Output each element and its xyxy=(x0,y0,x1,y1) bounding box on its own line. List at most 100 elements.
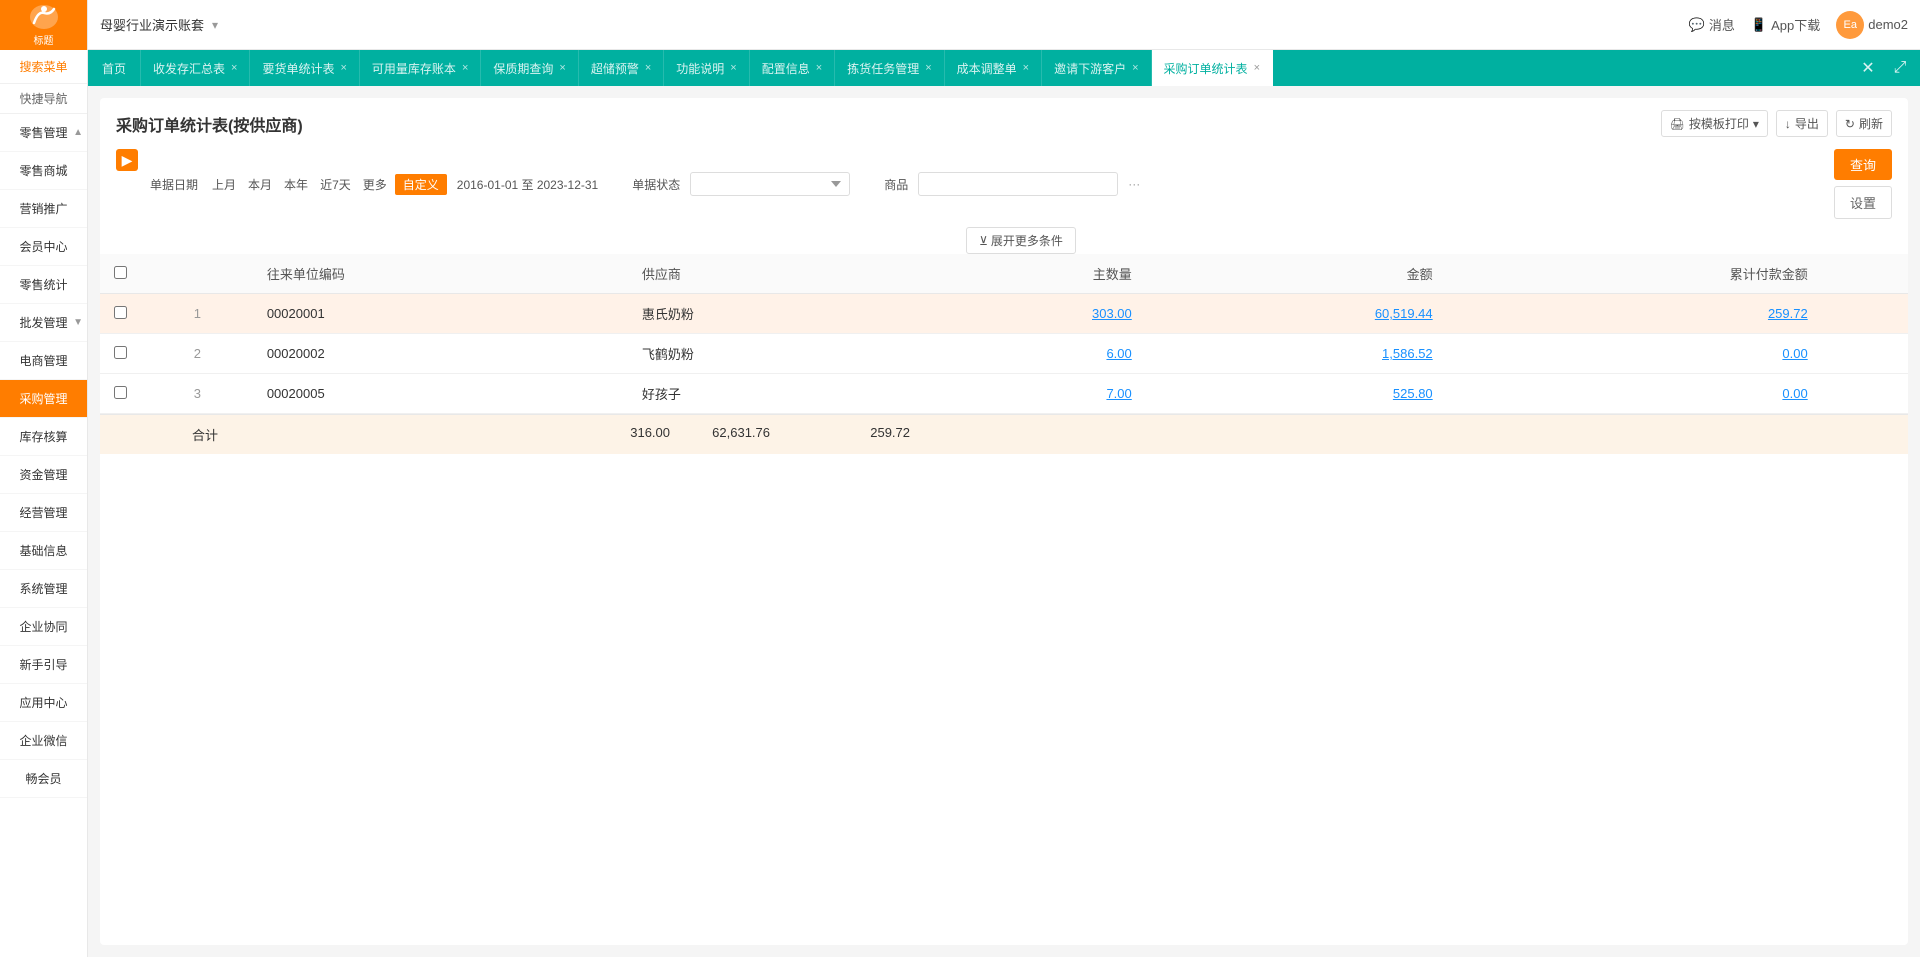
tab-label: 可用量库存账本 xyxy=(372,60,456,77)
sidebar-item-operations[interactable]: 经营管理 xyxy=(0,494,87,532)
date-7days-btn[interactable]: 近7天 xyxy=(316,174,355,195)
tab-home[interactable]: 首页 xyxy=(88,50,141,86)
print-btn[interactable]: 🖨 按模板打印 ▾ xyxy=(1661,110,1768,137)
date-last-month-btn[interactable]: 上月 xyxy=(208,174,240,195)
tab-label: 收发存汇总表 xyxy=(153,60,225,77)
workspace-info: 母婴行业演示账套 ▾ xyxy=(100,15,218,34)
main-area: 母婴行业演示账套 ▾ 💬 消息 📱 App下载 Ea demo2 首页 xyxy=(88,0,1920,957)
status-filter-label: 单据状态 xyxy=(632,176,680,193)
sidebar-item-wholesale[interactable]: 批发管理 ▼ xyxy=(0,304,87,342)
sidebar-item-ecom[interactable]: 电商管理 xyxy=(0,342,87,380)
table-row: 1 00020001 惠氏奶粉 303.00 60,519.44 259.72 xyxy=(100,294,1908,334)
user-avatar-text: Ea xyxy=(1844,19,1857,31)
tab-close-icon[interactable]: × xyxy=(231,63,237,74)
page-actions: 🖨 按模板打印 ▾ ↓ 导出 ↻ 刷新 xyxy=(1661,110,1892,137)
row-amount[interactable]: 1,586.52 xyxy=(1144,334,1445,374)
message-btn[interactable]: 💬 消息 xyxy=(1689,15,1735,34)
tab-warranty-query[interactable]: 保质期查询 × xyxy=(481,50,578,86)
sidebar-item-app-center[interactable]: 应用中心 xyxy=(0,684,87,722)
sidebar-item-marketing[interactable]: 营销推广 xyxy=(0,190,87,228)
tab-close-icon[interactable]: × xyxy=(1023,63,1029,74)
sidebar-item-label: 采购管理 xyxy=(19,390,67,407)
tab-close-icon[interactable]: × xyxy=(730,63,736,74)
tab-close-icon[interactable]: × xyxy=(1132,63,1138,74)
sidebar-item-member2[interactable]: 畅会员 xyxy=(0,760,87,798)
tab-close-icon[interactable]: × xyxy=(462,63,468,74)
date-custom-btn[interactable]: 自定义 xyxy=(395,174,447,195)
row-qty[interactable]: 7.00 xyxy=(909,374,1143,414)
tab-invite-customer[interactable]: 邀请下游客户 × xyxy=(1042,50,1151,86)
sidebar-item-member[interactable]: 会员中心 xyxy=(0,228,87,266)
query-btn[interactable]: 查询 xyxy=(1834,149,1892,180)
footer-label: 合计 xyxy=(192,425,582,444)
app-download-icon: 📱 xyxy=(1751,17,1767,33)
tab-receive-summary[interactable]: 收发存汇总表 × xyxy=(141,50,250,86)
row-checkbox[interactable] xyxy=(114,306,127,319)
sidebar-quick-nav[interactable]: 快捷导航 xyxy=(0,84,87,114)
tab-config[interactable]: 配置信息 × xyxy=(750,50,835,86)
date-this-month-btn[interactable]: 本月 xyxy=(244,174,276,195)
row-checkbox[interactable] xyxy=(114,386,127,399)
sidebar-item-enterprise[interactable]: 企业协同 xyxy=(0,608,87,646)
row-qty[interactable]: 6.00 xyxy=(909,334,1143,374)
sidebar-logo[interactable]: 标题 xyxy=(0,0,87,50)
sidebar-item-retail-stats[interactable]: 零售统计 xyxy=(0,266,87,304)
tab-label: 保质期查询 xyxy=(493,60,553,77)
tab-order-summary[interactable]: 要货单统计表 × xyxy=(250,50,359,86)
tab-cost-adjust[interactable]: 成本调整单 × xyxy=(945,50,1042,86)
tab-close-icon[interactable]: × xyxy=(925,63,931,74)
sidebar-item-new-guide[interactable]: 新手引导 xyxy=(0,646,87,684)
expand-more-btn[interactable]: ⊻ 展开更多条件 xyxy=(966,227,1076,254)
sidebar-item-label: 营销推广 xyxy=(19,200,67,217)
goods-more-icon[interactable]: ··· xyxy=(1128,177,1140,191)
row-qty[interactable]: 303.00 xyxy=(909,294,1143,334)
export-label: 导出 xyxy=(1795,115,1819,132)
tab-close-icon[interactable]: × xyxy=(645,63,651,74)
user-profile-btn[interactable]: Ea demo2 xyxy=(1836,11,1908,39)
tab-purchase-stats[interactable]: 采购订单统计表 × xyxy=(1152,50,1273,86)
tab-expand-icon[interactable]: ⤢ xyxy=(1888,56,1912,80)
app-download-btn[interactable]: 📱 App下载 xyxy=(1751,15,1820,34)
expand-more-label: 展开更多条件 xyxy=(991,232,1063,249)
tab-overstock[interactable]: 超储预警 × xyxy=(579,50,664,86)
sidebar: 标题 搜索菜单 快捷导航 零售管理 ▲ 零售商城 营销推广 会员中心 零售统计 … xyxy=(0,0,88,957)
sidebar-item-label: 经营管理 xyxy=(19,504,67,521)
sidebar-item-inventory[interactable]: 库存核算 xyxy=(0,418,87,456)
sidebar-search[interactable]: 搜索菜单 xyxy=(0,50,87,84)
tab-pick-task[interactable]: 拣货任务管理 × xyxy=(835,50,944,86)
sidebar-item-retail-manage[interactable]: 零售管理 ▲ xyxy=(0,114,87,152)
tab-close-icon[interactable]: × xyxy=(816,63,822,74)
date-more-btn[interactable]: 更多 xyxy=(359,174,391,195)
tab-label: 功能说明 xyxy=(676,60,724,77)
tab-label: 要货单统计表 xyxy=(262,60,334,77)
settings-btn[interactable]: 设置 xyxy=(1834,186,1892,219)
goods-input[interactable] xyxy=(918,172,1118,196)
workspace-dropdown-icon[interactable]: ▾ xyxy=(212,18,218,32)
sidebar-item-basic-info[interactable]: 基础信息 xyxy=(0,532,87,570)
date-this-year-btn[interactable]: 本年 xyxy=(280,174,312,195)
export-btn[interactable]: ↓ 导出 xyxy=(1776,110,1828,137)
tab-close-icon[interactable]: × xyxy=(559,63,565,74)
row-checkbox[interactable] xyxy=(114,346,127,359)
row-amount[interactable]: 60,519.44 xyxy=(1144,294,1445,334)
refresh-btn[interactable]: ↻ 刷新 xyxy=(1836,110,1892,137)
row-paid[interactable]: 0.00 xyxy=(1445,334,1820,374)
tab-close-icon[interactable]: × xyxy=(340,63,346,74)
sidebar-item-system[interactable]: 系统管理 xyxy=(0,570,87,608)
select-all-checkbox[interactable] xyxy=(114,266,127,279)
sidebar-item-capital[interactable]: 资金管理 xyxy=(0,456,87,494)
tab-close-icon[interactable]: × xyxy=(1254,63,1260,74)
row-paid[interactable]: 0.00 xyxy=(1445,374,1820,414)
tab-inventory-ledger[interactable]: 可用量库存账本 × xyxy=(360,50,481,86)
row-paid[interactable]: 259.72 xyxy=(1445,294,1820,334)
sidebar-item-enterprise-wechat[interactable]: 企业微信 xyxy=(0,722,87,760)
sidebar-item-retail-mall[interactable]: 零售商城 xyxy=(0,152,87,190)
status-select[interactable] xyxy=(690,172,850,196)
tab-close-all-icon[interactable]: ✕ xyxy=(1856,56,1880,80)
sidebar-item-purchase[interactable]: 采购管理 xyxy=(0,380,87,418)
chevron-down-icon: ⊻ xyxy=(979,234,988,248)
tab-function-desc[interactable]: 功能说明 × xyxy=(664,50,749,86)
row-amount[interactable]: 525.80 xyxy=(1144,374,1445,414)
table-footer: 合计 316.00 62,631.76 259.72 xyxy=(100,414,1908,454)
filter-toggle-btn[interactable]: ▶ xyxy=(116,149,138,171)
